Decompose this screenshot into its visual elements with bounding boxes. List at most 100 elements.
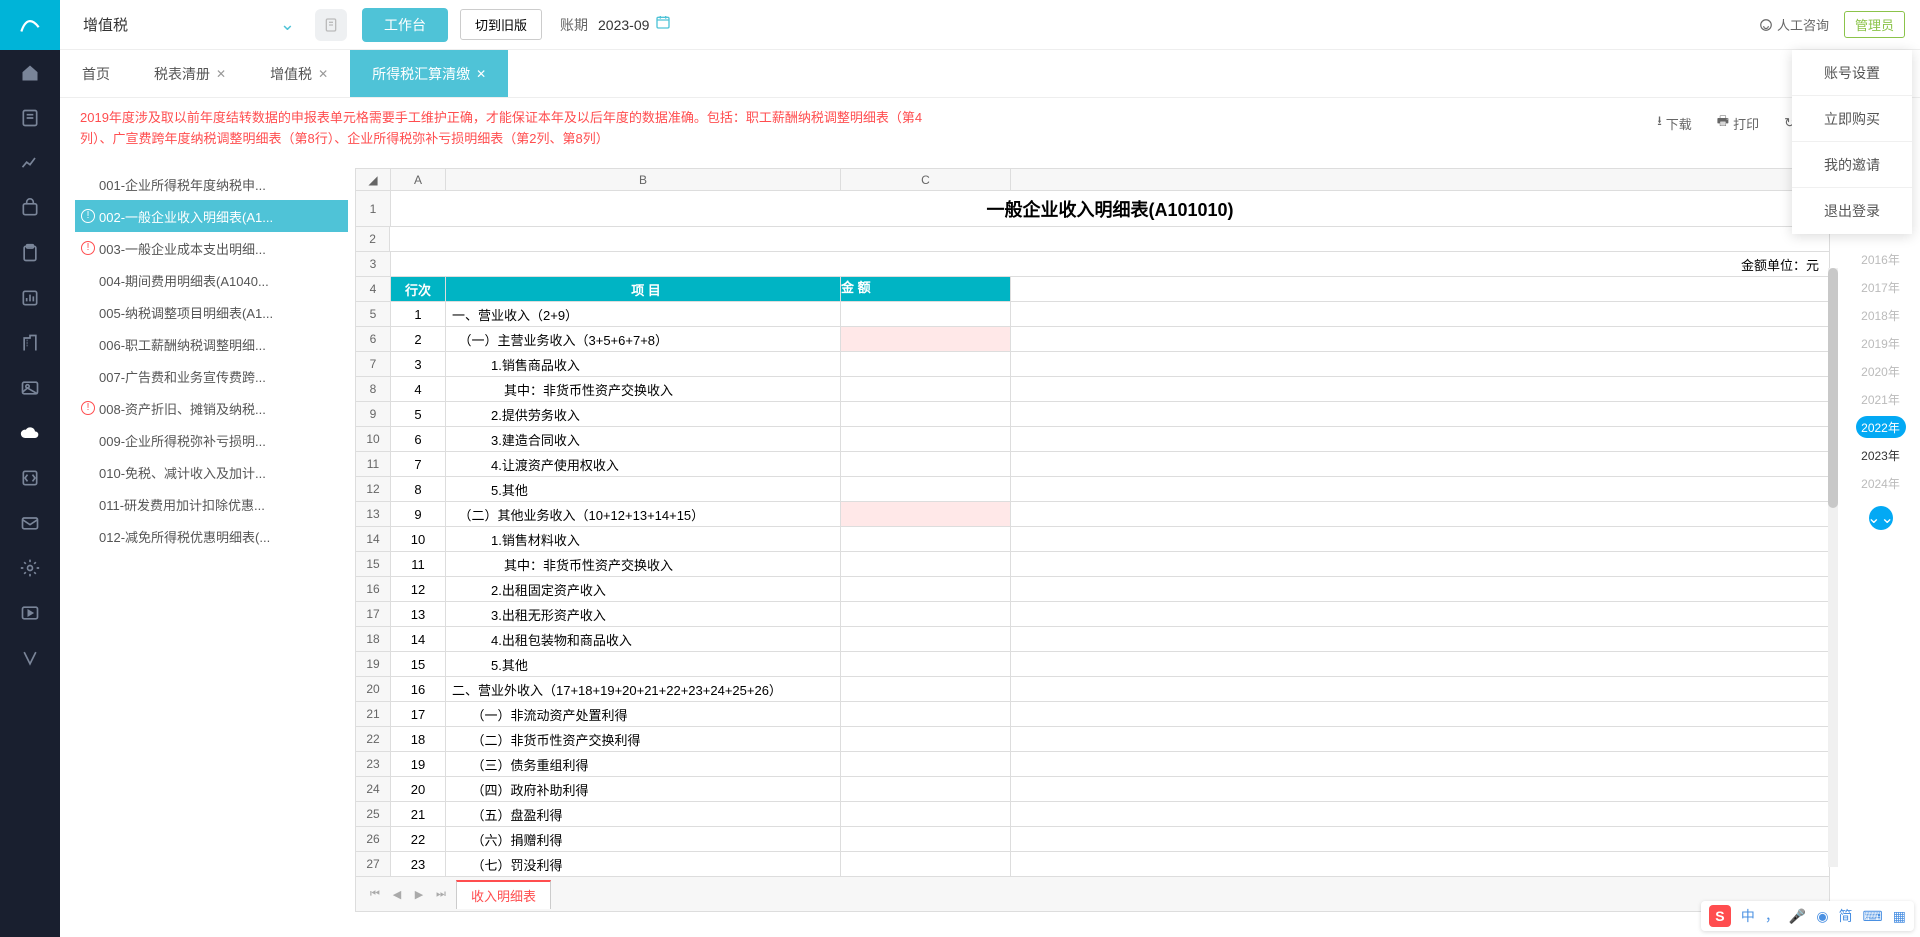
cell-amount[interactable] <box>841 552 1011 576</box>
tab[interactable]: 首页 <box>60 50 132 97</box>
row-header[interactable]: 27 <box>356 852 391 876</box>
row-header[interactable]: 7 <box>356 352 391 376</box>
form-list-item[interactable]: 009-企业所得税弥补亏损明... <box>75 424 348 456</box>
cell-item[interactable]: 3.出租无形资产收入 <box>446 602 841 626</box>
sheet-tab[interactable]: 收入明细表 <box>456 880 551 909</box>
cell-item[interactable]: 4.出租包装物和商品收入 <box>446 627 841 651</box>
row-header[interactable]: 6 <box>356 327 391 351</box>
cell-amount[interactable] <box>841 302 1011 326</box>
cell-item[interactable]: 4.让渡资产使用权收入 <box>446 452 841 476</box>
cell-rownum[interactable]: 1 <box>391 302 446 326</box>
cell-amount[interactable] <box>841 702 1011 726</box>
form-list-item[interactable]: !002-一般企业收入明细表(A1... <box>75 200 348 232</box>
cell-item[interactable]: （七）罚没利得 <box>446 852 841 876</box>
row-header[interactable]: 22 <box>356 727 391 751</box>
col-header-a[interactable]: A <box>391 169 446 190</box>
cell-rownum[interactable]: 12 <box>391 577 446 601</box>
cell-rownum[interactable]: 20 <box>391 777 446 801</box>
cell-amount[interactable] <box>841 727 1011 751</box>
row-header[interactable]: 20 <box>356 677 391 701</box>
cell-rownum[interactable]: 7 <box>391 452 446 476</box>
row-header[interactable]: 13 <box>356 502 391 526</box>
year-chip[interactable]: 2024年 <box>1856 472 1906 494</box>
row-header[interactable]: 24 <box>356 777 391 801</box>
nav-settings-icon[interactable] <box>0 545 60 590</box>
cell-rownum[interactable]: 4 <box>391 377 446 401</box>
cell-amount[interactable] <box>841 802 1011 826</box>
ime-opt[interactable]: ， <box>1765 906 1779 926</box>
nav-chart-icon[interactable] <box>0 140 60 185</box>
calendar-icon[interactable] <box>655 14 671 35</box>
form-list-item[interactable]: 012-减免所得税优惠明细表(... <box>75 520 348 552</box>
cell-amount[interactable] <box>841 377 1011 401</box>
cell-item[interactable]: 一、营业收入（2+9） <box>446 302 841 326</box>
cell-item[interactable]: （二）其他业务收入（10+12+13+14+15） <box>446 502 841 526</box>
row-header[interactable]: 4 <box>356 277 391 301</box>
year-more-icon[interactable]: ⌄⌄ <box>1869 506 1893 530</box>
user-menu-item[interactable]: 我的邀请 <box>1792 142 1912 188</box>
sheet-nav-first[interactable]: ⏮ <box>364 883 386 905</box>
year-chip[interactable]: 2016年 <box>1856 248 1906 270</box>
nav-bag-icon[interactable] <box>0 185 60 230</box>
nav-clipboard-icon[interactable] <box>0 230 60 275</box>
cell-item[interactable]: （四）政府补助利得 <box>446 777 841 801</box>
form-list-item[interactable]: 007-广告费和业务宣传费跨... <box>75 360 348 392</box>
cell-rownum[interactable]: 2 <box>391 327 446 351</box>
row-header[interactable]: 2 <box>356 227 390 251</box>
year-chip[interactable]: 2022年 <box>1856 416 1906 438</box>
row-header[interactable]: 11 <box>356 452 391 476</box>
cell-item[interactable]: 1.销售商品收入 <box>446 352 841 376</box>
row-header[interactable]: 3 <box>356 252 391 276</box>
cell-rownum[interactable]: 9 <box>391 502 446 526</box>
form-list-item[interactable]: 004-期间费用明细表(A1040... <box>75 264 348 296</box>
year-chip[interactable]: 2017年 <box>1856 276 1906 298</box>
cell-amount[interactable] <box>841 577 1011 601</box>
nav-doc-icon[interactable] <box>0 95 60 140</box>
nav-cloud-icon[interactable] <box>0 410 60 455</box>
row-header[interactable]: 21 <box>356 702 391 726</box>
year-chip[interactable]: 2020年 <box>1856 360 1906 382</box>
note-icon-button[interactable] <box>315 9 347 41</box>
nav-v-icon[interactable] <box>0 635 60 680</box>
cell-rownum[interactable]: 22 <box>391 827 446 851</box>
nav-image-icon[interactable] <box>0 365 60 410</box>
ime-mic-icon[interactable]: 🎤 <box>1789 908 1806 925</box>
sheet-body[interactable]: 1一般企业收入明细表(A101010)23金额单位：元4行次项 目金 额51一、… <box>356 191 1829 876</box>
cell-amount[interactable] <box>841 627 1011 651</box>
cell-rownum[interactable]: 19 <box>391 752 446 776</box>
cell-item[interactable]: 5.其他 <box>446 652 841 676</box>
row-header[interactable]: 16 <box>356 577 391 601</box>
user-menu-item[interactable]: 退出登录 <box>1792 188 1912 234</box>
col-header-c[interactable]: C <box>841 169 1011 190</box>
cell-rownum[interactable]: 3 <box>391 352 446 376</box>
cell-rownum[interactable]: 10 <box>391 527 446 551</box>
cell-amount[interactable] <box>841 327 1011 351</box>
sheet-nav-last[interactable]: ⏭ <box>430 883 452 905</box>
cell-rownum[interactable]: 11 <box>391 552 446 576</box>
row-header[interactable]: 1 <box>356 191 391 226</box>
col-header-b[interactable]: B <box>446 169 841 190</box>
cell-amount[interactable] <box>841 477 1011 501</box>
cell-item[interactable]: （一）主营业务收入（3+5+6+7+8） <box>446 327 841 351</box>
print-button[interactable]: 🖶 打印 <box>1717 112 1759 134</box>
cell-item[interactable]: （五）盘盈利得 <box>446 802 841 826</box>
cell-amount[interactable] <box>841 352 1011 376</box>
cell-rownum[interactable]: 13 <box>391 602 446 626</box>
user-menu-item[interactable]: 账号设置 <box>1792 50 1912 96</box>
form-list-item[interactable]: !008-资产折旧、摊销及纳税... <box>75 392 348 424</box>
nav-video-icon[interactable] <box>0 590 60 635</box>
company-select[interactable]: 增值税 ⌄ <box>75 14 295 35</box>
cell-item[interactable]: 2.提供劳务收入 <box>446 402 841 426</box>
row-header[interactable]: 12 <box>356 477 391 501</box>
row-header[interactable]: 23 <box>356 752 391 776</box>
year-chip[interactable]: 2019年 <box>1856 332 1906 354</box>
cell-item[interactable]: 1.销售材料收入 <box>446 527 841 551</box>
row-header[interactable]: 26 <box>356 827 391 851</box>
close-icon[interactable]: ✕ <box>318 67 328 81</box>
form-list-item[interactable]: 010-免税、减计收入及加计... <box>75 456 348 488</box>
download-button[interactable]: ⭳ 下载 <box>1657 112 1692 134</box>
ime-keyboard-icon[interactable]: ⌨ <box>1863 908 1883 925</box>
cell-item[interactable]: 3.建造合同收入 <box>446 427 841 451</box>
switch-old-button[interactable]: 切到旧版 <box>460 9 542 40</box>
cell-item[interactable]: （二）非货币性资产交换利得 <box>446 727 841 751</box>
